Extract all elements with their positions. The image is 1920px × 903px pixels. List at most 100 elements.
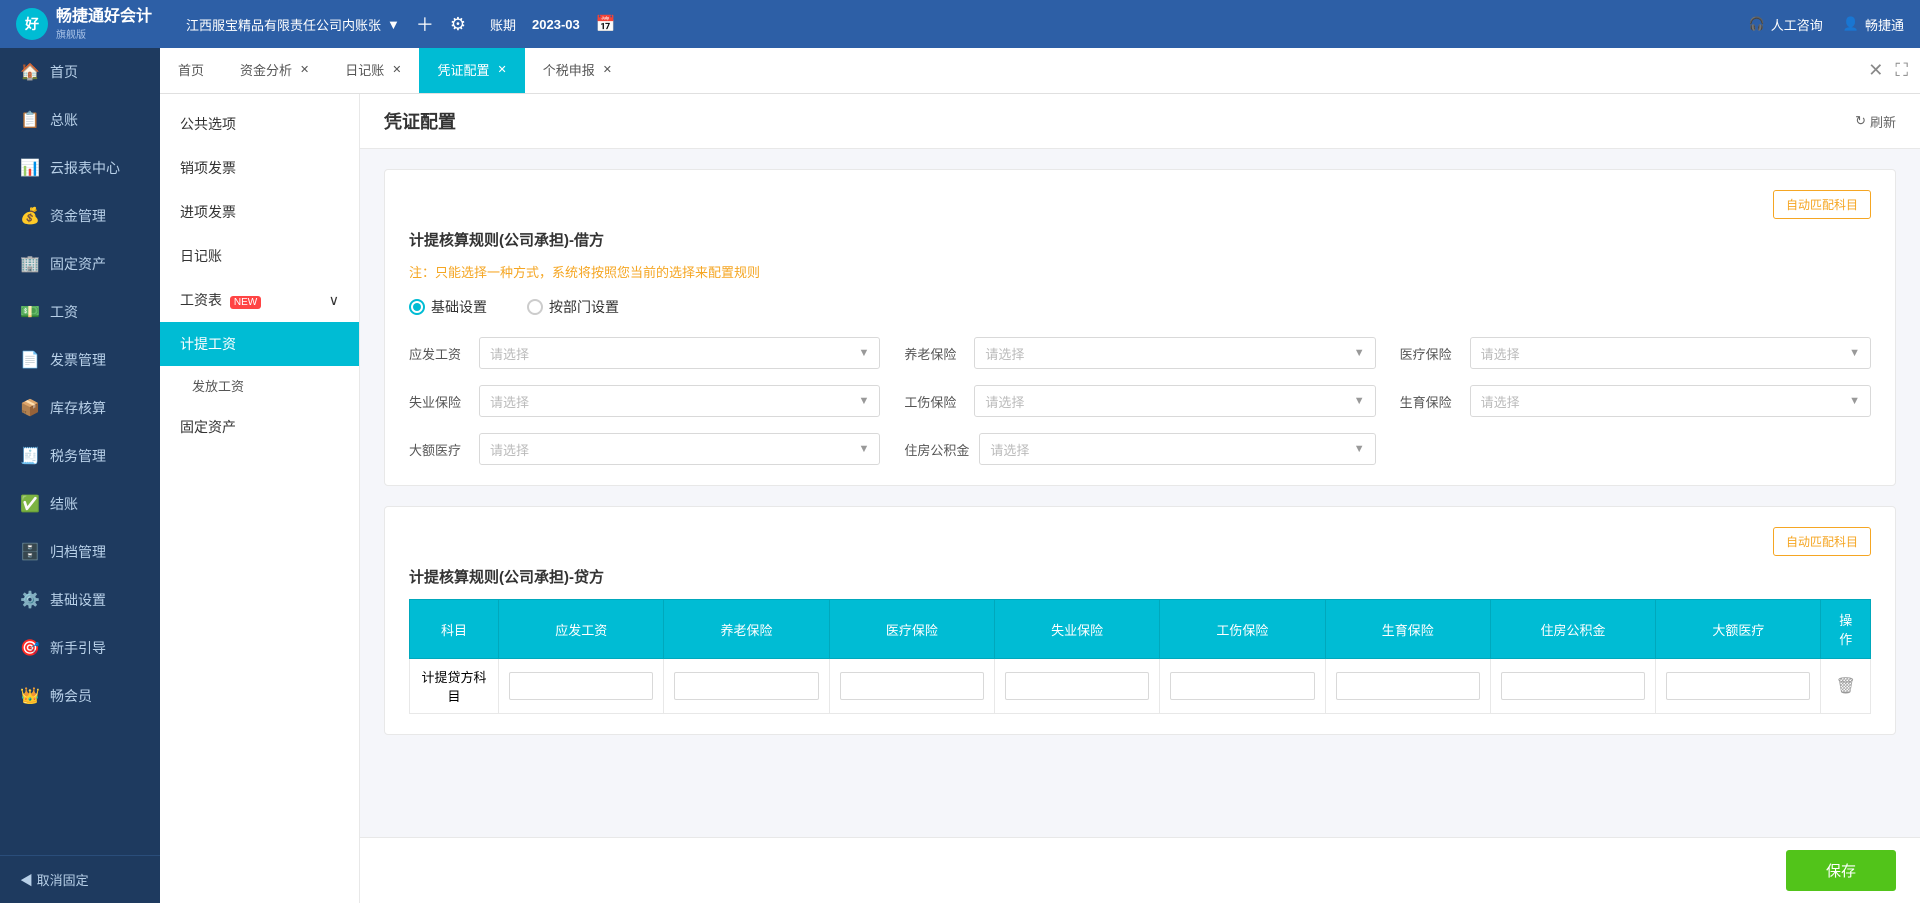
select-injury-placeholder: 请选择 — [985, 392, 1024, 411]
th-subject: 科目 — [410, 600, 499, 659]
select-housing-fund[interactable]: 请选择 ▼ — [979, 433, 1375, 465]
user-icon: 👤 — [1843, 16, 1859, 32]
sidebar-item-tax[interactable]: 🧾 税务管理 — [0, 432, 160, 480]
tab-finance[interactable]: 资金分析 ✕ — [222, 48, 327, 93]
input-unemployment[interactable] — [1005, 672, 1149, 700]
calendar-icon[interactable]: 📅 — [596, 14, 616, 34]
tab-home[interactable]: 首页 — [160, 48, 222, 93]
select-gross-salary[interactable]: 请选择 ▼ — [479, 337, 880, 369]
field-unemployment: 失业保险 请选择 ▼ — [409, 385, 880, 417]
sidebar-label-assets: 固定资产 — [50, 254, 106, 274]
tab-journal-close[interactable]: ✕ — [392, 63, 401, 76]
td-unemployment — [994, 659, 1159, 714]
debit-section-note: 注：只能选择一种方式，系统将按照您当前的选择来配置规则 — [409, 262, 1871, 281]
tab-tax-close[interactable]: ✕ — [603, 63, 612, 76]
input-medical[interactable] — [840, 672, 984, 700]
nav-sales-invoice[interactable]: 销项发票 — [160, 146, 359, 190]
tab-voucher-label: 凭证配置 — [437, 60, 489, 79]
cancel-fixed-btn[interactable]: ◀ 取消固定 — [0, 855, 160, 903]
select-injury[interactable]: 请选择 ▼ — [974, 385, 1375, 417]
vip-icon: 👑 — [20, 686, 40, 706]
tax-icon: 🧾 — [20, 446, 40, 466]
add-button[interactable]: ＋ — [416, 11, 434, 37]
input-maternity[interactable] — [1336, 672, 1480, 700]
sidebar-item-vip[interactable]: 👑 畅会员 — [0, 672, 160, 720]
sidebar-item-report[interactable]: 📊 云报表中心 — [0, 144, 160, 192]
input-pension[interactable] — [674, 672, 818, 700]
radio-department[interactable]: 按部门设置 — [527, 297, 619, 317]
sidebar-label-tax: 税务管理 — [50, 446, 106, 466]
select-unemployment[interactable]: 请选择 ▼ — [479, 385, 880, 417]
field-housing-fund: 住房公积金 请选择 ▼ — [904, 433, 1375, 465]
company-selector[interactable]: 江西服宝精品有限责任公司内账张 ▼ — [186, 15, 400, 34]
sidebar-label-close: 结账 — [50, 494, 78, 514]
guide-icon: 🎯 — [20, 638, 40, 658]
td-maternity — [1325, 659, 1490, 714]
select-maternity-arrow: ▼ — [1849, 395, 1860, 407]
sidebar-item-settings[interactable]: ⚙️ 基础设置 — [0, 576, 160, 624]
nav-fixed-assets[interactable]: 固定资产 — [160, 405, 359, 449]
nav-payroll-accrual[interactable]: 计提工资 — [160, 322, 359, 366]
credit-auto-match-button[interactable]: 自动匹配科目 — [1773, 527, 1871, 556]
td-delete: 🗑 — [1821, 659, 1871, 714]
sidebar-item-salary[interactable]: 💵 工资 — [0, 288, 160, 336]
tab-journal[interactable]: 日记账 ✕ — [327, 48, 419, 93]
td-injury — [1160, 659, 1325, 714]
radio-basic[interactable]: 基础设置 — [409, 297, 487, 317]
company-name: 江西服宝精品有限责任公司内账张 — [186, 15, 381, 34]
sidebar-item-guide[interactable]: 🎯 新手引导 — [0, 624, 160, 672]
debit-form-grid: 应发工资 请选择 ▼ 养老保险 请选择 ▼ — [409, 337, 1871, 465]
support-item[interactable]: 🎧 人工咨询 — [1749, 15, 1823, 34]
headset-icon: 🎧 — [1749, 16, 1765, 32]
tab-voucher[interactable]: 凭证配置 ✕ — [419, 48, 524, 93]
label-gross-salary: 应发工资 — [409, 344, 469, 363]
nav-journal[interactable]: 日记账 — [160, 234, 359, 278]
user-item[interactable]: 👤 畅捷通 — [1843, 15, 1904, 34]
settings-sidebar-icon: ⚙️ — [20, 590, 40, 610]
select-big-medical[interactable]: 请选择 ▼ — [479, 433, 880, 465]
tab-voucher-close[interactable]: ✕ — [498, 63, 507, 76]
field-injury: 工伤保险 请选择 ▼ — [904, 385, 1375, 417]
select-maternity[interactable]: 请选择 ▼ — [1470, 385, 1871, 417]
save-button[interactable]: 保存 — [1786, 850, 1896, 891]
sidebar-item-ledger[interactable]: 📋 总账 — [0, 96, 160, 144]
debit-section: 自动匹配科目 计提核算规则(公司承担)-借方 注：只能选择一种方式，系统将按照您… — [384, 169, 1896, 486]
sidebar-item-inventory[interactable]: 📦 库存核算 — [0, 384, 160, 432]
sidebar-item-finance[interactable]: 💰 资金管理 — [0, 192, 160, 240]
sidebar-item-home[interactable]: 🏠 首页 — [0, 48, 160, 96]
scroll-content[interactable]: 自动匹配科目 计提核算规则(公司承担)-借方 注：只能选择一种方式，系统将按照您… — [360, 149, 1920, 837]
nav-payroll-issue[interactable]: 发放工资 — [160, 366, 359, 405]
tab-close-btn[interactable]: ✕ — [1868, 60, 1883, 81]
tab-expand-btn[interactable]: ⛶ — [1895, 60, 1908, 81]
debit-auto-match-button[interactable]: 自动匹配科目 — [1773, 190, 1871, 219]
nav-public[interactable]: 公共选项 — [160, 102, 359, 146]
tab-tax-label: 个税申报 — [543, 60, 595, 79]
td-gross — [499, 659, 664, 714]
sidebar-item-archive[interactable]: 🗄️ 归档管理 — [0, 528, 160, 576]
page-header: 凭证配置 ↻ 刷新 — [360, 94, 1920, 149]
input-bigmedical[interactable] — [1666, 672, 1810, 700]
credit-section-title: 计提核算规则(公司承担)-贷方 — [409, 566, 1871, 587]
radio-dept-label: 按部门设置 — [549, 297, 619, 317]
sidebar-item-assets[interactable]: 🏢 固定资产 — [0, 240, 160, 288]
input-gross[interactable] — [509, 672, 653, 700]
refresh-button[interactable]: ↻ 刷新 — [1855, 112, 1896, 131]
bottom-bar: 保存 — [360, 837, 1920, 903]
th-medical: 医疗保险 — [829, 600, 994, 659]
tab-bar: 首页 资金分析 ✕ 日记账 ✕ 凭证配置 ✕ 个税申报 ✕ ✕ ⛶ — [160, 48, 1920, 94]
delete-row-button[interactable]: 🗑 — [1836, 676, 1856, 696]
select-pension-arrow: ▼ — [1354, 347, 1365, 359]
nav-payroll-table[interactable]: 工资表 NEW ∨ — [160, 278, 359, 322]
tab-finance-close[interactable]: ✕ — [300, 63, 309, 76]
input-housing[interactable] — [1501, 672, 1645, 700]
content-area: 首页 资金分析 ✕ 日记账 ✕ 凭证配置 ✕ 个税申报 ✕ ✕ ⛶ — [160, 48, 1920, 903]
nav-purchase-invoice[interactable]: 进项发票 — [160, 190, 359, 234]
sidebar-item-close[interactable]: ✅ 结账 — [0, 480, 160, 528]
input-injury[interactable] — [1170, 672, 1314, 700]
tab-tax[interactable]: 个税申报 ✕ — [525, 48, 630, 93]
sidebar-item-invoice[interactable]: 📄 发票管理 — [0, 336, 160, 384]
select-pension[interactable]: 请选择 ▼ — [974, 337, 1375, 369]
select-medical[interactable]: 请选择 ▼ — [1470, 337, 1871, 369]
invoice-icon: 📄 — [20, 350, 40, 370]
settings-button[interactable]: ⚙ — [450, 14, 466, 35]
